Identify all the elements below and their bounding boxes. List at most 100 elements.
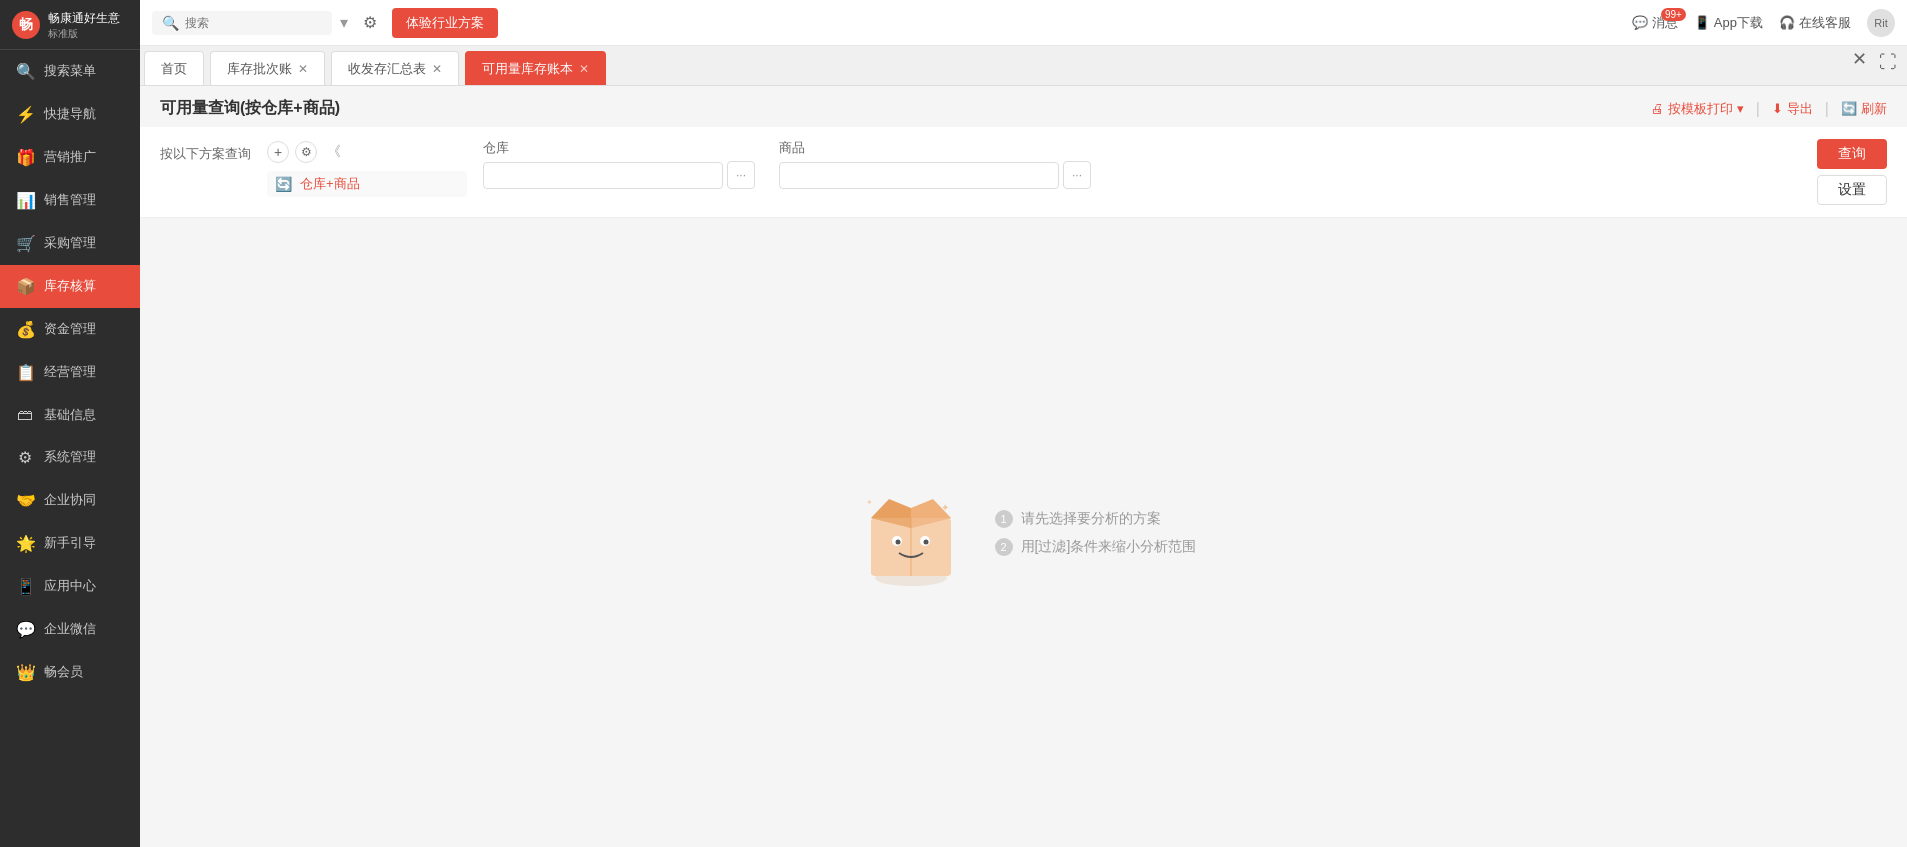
- refresh-button[interactable]: 🔄 刷新: [1841, 100, 1887, 118]
- print-dropdown-icon[interactable]: ▾: [1737, 101, 1744, 116]
- goods-ellipsis-button[interactable]: ···: [1063, 161, 1091, 189]
- tab-available-ledger[interactable]: 可用量库存账本 ✕: [465, 51, 606, 85]
- company-name: 畅康通好生意: [48, 10, 120, 27]
- topbar-gear-icon[interactable]: ⚙: [356, 9, 384, 37]
- sidebar-item-label: 资金管理: [44, 320, 96, 338]
- query-button[interactable]: 查询: [1817, 139, 1887, 169]
- warehouse-ellipsis-button[interactable]: ···: [727, 161, 755, 189]
- chat-icon: 💬: [16, 620, 34, 639]
- sidebar-item-label: 畅会员: [44, 663, 83, 681]
- sidebar-item-newbie[interactable]: 🌟 新手引导: [0, 522, 140, 565]
- goods-field-label: 商品: [779, 139, 1091, 157]
- svg-text:✦: ✦: [941, 502, 949, 513]
- scheme-item-warehouse-goods[interactable]: 🔄 仓库+商品: [267, 171, 467, 197]
- sidebar-item-label: 经营管理: [44, 363, 96, 381]
- main-area: 🔍 ▾ ⚙ 体验行业方案 💬 消息 99+ 📱 App下载 🎧 在线客服 Rit: [140, 0, 1907, 847]
- search-input[interactable]: [185, 16, 315, 30]
- phone-icon: 📱: [16, 577, 34, 596]
- chart-icon: 📊: [16, 191, 34, 210]
- sidebar-item-sales[interactable]: 📊 销售管理: [0, 179, 140, 222]
- divider: |: [1756, 100, 1760, 118]
- topbar: 🔍 ▾ ⚙ 体验行业方案 💬 消息 99+ 📱 App下载 🎧 在线客服 Rit: [140, 0, 1907, 46]
- sidebar-item-finance[interactable]: 💰 资金管理: [0, 308, 140, 351]
- handshake-icon: 🤝: [16, 491, 34, 510]
- warehouse-input[interactable]: [483, 162, 723, 189]
- tabbar: 首页 库存批次账 ✕ 收发存汇总表 ✕ 可用量库存账本 ✕ ✕ ⛶: [140, 46, 1907, 86]
- warehouse-field-label: 仓库: [483, 139, 763, 157]
- database-icon: 🗃: [16, 406, 34, 424]
- svg-point-10: [923, 539, 928, 544]
- filter-field-warehouse: 仓库 ···: [483, 139, 763, 189]
- topbar-search-box[interactable]: 🔍: [152, 11, 332, 35]
- sidebar-item-enterprise[interactable]: 🤝 企业协同: [0, 479, 140, 522]
- sidebar-item-label: 库存核算: [44, 277, 96, 295]
- sidebar-item-app-center[interactable]: 📱 应用中心: [0, 565, 140, 608]
- topbar-dropdown-icon[interactable]: ▾: [340, 13, 348, 32]
- content-area: 可用量查询(按仓库+商品) 🖨 按模板打印 ▾ | ⬇ 导出 | 🔄 刷新: [140, 86, 1907, 847]
- sidebar-item-purchase[interactable]: 🛒 采购管理: [0, 222, 140, 265]
- collapse-filter-button[interactable]: 《: [323, 139, 345, 165]
- gift-icon: 🎁: [16, 148, 34, 167]
- export-button[interactable]: ⬇ 导出: [1772, 100, 1813, 118]
- sidebar-item-search[interactable]: 🔍 搜索菜单: [0, 50, 140, 93]
- warehouse-input-row: ···: [483, 161, 763, 189]
- headset-icon: 🎧: [1779, 15, 1795, 30]
- app-download-action[interactable]: 📱 App下载: [1694, 14, 1763, 32]
- add-scheme-button[interactable]: +: [267, 141, 289, 163]
- filter-field-goods: 商品 ···: [779, 139, 1091, 189]
- empty-hint-1: 1 请先选择要分析的方案: [995, 510, 1197, 528]
- sidebar-item-label: 快捷导航: [44, 105, 96, 123]
- sidebar-item-label: 企业协同: [44, 491, 96, 509]
- page-header: 可用量查询(按仓库+商品) 🖨 按模板打印 ▾ | ⬇ 导出 | 🔄 刷新: [140, 86, 1907, 127]
- settings-button[interactable]: 设置: [1817, 175, 1887, 205]
- tab-receipt-summary-label: 收发存汇总表: [348, 60, 426, 78]
- goods-input[interactable]: [779, 162, 1059, 189]
- export-icon: ⬇: [1772, 101, 1783, 116]
- hint2-text: 用[过滤]条件来缩小分析范围: [1021, 538, 1197, 556]
- tab-expand-button[interactable]: ⛶: [1879, 52, 1897, 73]
- industry-solution-button[interactable]: 体验行业方案: [392, 8, 498, 38]
- filter-fields: 仓库 ··· 商品 ···: [483, 139, 1801, 189]
- tab-available-ledger-close[interactable]: ✕: [579, 62, 589, 76]
- customer-service-label: 在线客服: [1799, 14, 1851, 32]
- phone-download-icon: 📱: [1694, 15, 1710, 30]
- notification-badge: 99+: [1661, 8, 1686, 21]
- sidebar-scroll: 🔍 搜索菜单 ⚡ 快捷导航 🎁 营销推广 📊 销售管理 🛒 采购管理 📦 库存核…: [0, 50, 140, 847]
- sidebar-item-system[interactable]: ⚙ 系统管理: [0, 436, 140, 479]
- sidebar-item-label: 企业微信: [44, 620, 96, 638]
- sidebar-item-quick-nav[interactable]: ⚡ 快捷导航: [0, 93, 140, 136]
- crown-icon: 👑: [16, 663, 34, 682]
- sidebar-item-weixin[interactable]: 💬 企业微信: [0, 608, 140, 651]
- step-1-badge: 1: [995, 510, 1013, 528]
- topbar-search-icon: 🔍: [162, 15, 179, 31]
- avatar[interactable]: Rit: [1867, 9, 1895, 37]
- sidebar-item-label: 销售管理: [44, 191, 96, 209]
- tab-batch-ledger-close[interactable]: ✕: [298, 62, 308, 76]
- sidebar-item-inventory[interactable]: 📦 库存核算: [0, 265, 140, 308]
- username-text: Rit: [1874, 17, 1887, 29]
- topbar-actions: 💬 消息 99+ 📱 App下载 🎧 在线客服 Rit: [1632, 9, 1895, 37]
- box-icon: 📦: [16, 277, 34, 296]
- search-icon: 🔍: [16, 62, 34, 81]
- tab-close-all-button[interactable]: ✕: [1852, 50, 1867, 68]
- sidebar-item-operations[interactable]: 📋 经营管理: [0, 351, 140, 394]
- tab-home[interactable]: 首页: [144, 51, 204, 85]
- sidebar-item-marketing[interactable]: 🎁 营销推广: [0, 136, 140, 179]
- sidebar-item-member[interactable]: 👑 畅会员: [0, 651, 140, 694]
- manage-scheme-button[interactable]: ⚙: [295, 141, 317, 163]
- sidebar-item-base-info[interactable]: 🗃 基础信息: [0, 394, 140, 436]
- filter-actions: 查询 设置: [1817, 139, 1887, 205]
- empty-hint-2: 2 用[过滤]条件来缩小分析范围: [995, 538, 1197, 556]
- clipboard-icon: 📋: [16, 363, 34, 382]
- tab-receipt-summary[interactable]: 收发存汇总表 ✕: [331, 51, 459, 85]
- message-action[interactable]: 💬 消息 99+: [1632, 14, 1678, 32]
- print-icon: 🖨: [1651, 101, 1664, 116]
- app-download-label: App下载: [1714, 14, 1763, 32]
- tab-receipt-summary-close[interactable]: ✕: [432, 62, 442, 76]
- print-button[interactable]: 🖨 按模板打印 ▾: [1651, 100, 1744, 118]
- tab-available-ledger-label: 可用量库存账本: [482, 60, 573, 78]
- tab-batch-ledger[interactable]: 库存批次账 ✕: [210, 51, 325, 85]
- page-header-actions: 🖨 按模板打印 ▾ | ⬇ 导出 | 🔄 刷新: [1651, 100, 1887, 118]
- sidebar-item-label: 新手引导: [44, 534, 96, 552]
- customer-service-action[interactable]: 🎧 在线客服: [1779, 14, 1851, 32]
